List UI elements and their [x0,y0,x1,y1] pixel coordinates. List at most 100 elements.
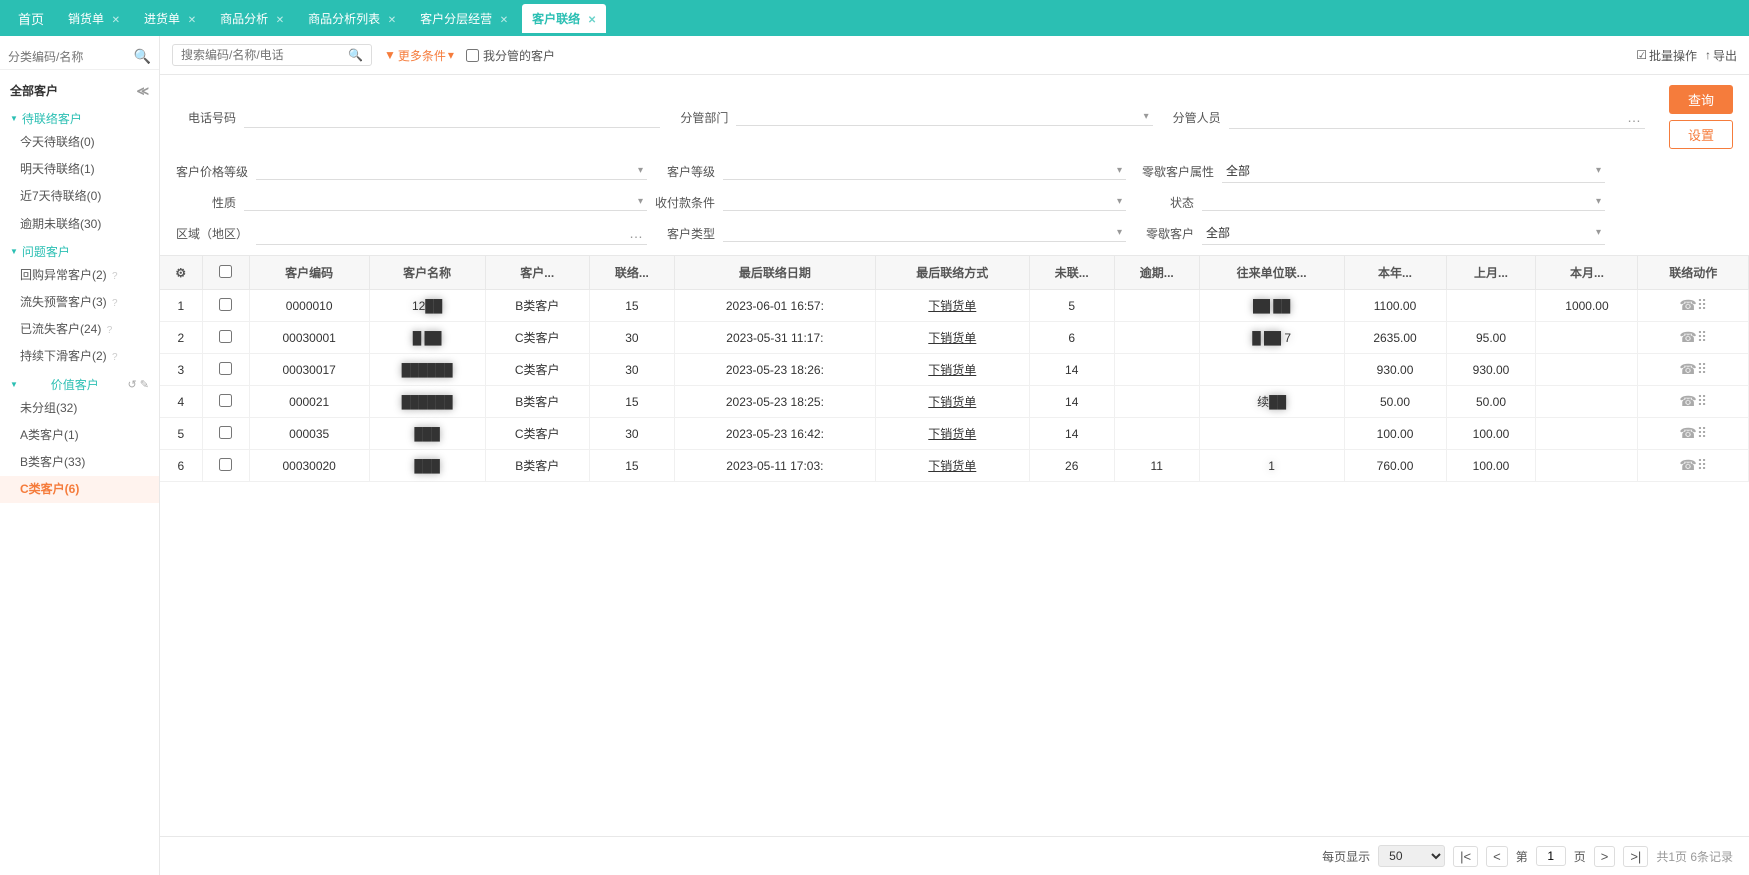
main-layout: 🔍 全部客户 ≪ 待联络客户 今天待联络(0) 明天待联络(1) 近7天待联络(… [0,36,1749,875]
row-last-method[interactable]: 下销货单 [875,386,1029,418]
menu-icon[interactable]: ⠿ [1697,393,1707,409]
phone-icon[interactable]: ☎ [1679,297,1696,313]
close-tab-analysis-list[interactable]: ✕ [388,15,396,26]
filter-dots-region[interactable]: … [629,225,643,241]
main-search-icon[interactable]: 🔍 [348,48,363,62]
filter-select-price-level[interactable]: ▾ [256,162,647,180]
query-button[interactable]: 查询 [1669,85,1733,114]
sidebar-item-abnormal[interactable]: 回购异常客户(2) ? [0,262,159,289]
sidebar-item-declining[interactable]: 持续下滑客户(2) ? [0,343,159,370]
filter-select-payment[interactable]: ▾ [723,193,1126,211]
page-first-btn[interactable]: |< [1453,846,1478,867]
page-next-btn[interactable]: > [1594,846,1616,867]
page-number-input[interactable] [1536,846,1566,866]
settings-button[interactable]: 设置 [1669,120,1733,149]
filter-select-status[interactable]: ▾ [1202,193,1605,211]
nav-tab-purchase[interactable]: 进货单 ✕ [134,4,206,33]
row-last-date: 2023-06-01 16:57: [674,290,875,322]
sidebar-item-warning[interactable]: 流失预警客户(3) ? [0,289,159,316]
row-last-method[interactable]: 下销货单 [875,450,1029,482]
filter-dots-manager[interactable]: … [1627,109,1641,125]
nav-tab-analysis[interactable]: 商品分析 ✕ [210,4,294,33]
nav-tab-analysis-list[interactable]: 商品分析列表 ✕ [298,4,406,33]
sidebar-section-problem[interactable]: 问题客户 [0,238,159,262]
sidebar-item-ungrouped[interactable]: 未分组(32) [0,395,159,422]
menu-icon[interactable]: ⠿ [1697,329,1707,345]
row-checkbox[interactable] [202,290,249,322]
filter-select-customer-level[interactable]: ▾ [723,162,1126,180]
row-type: C类客户 [485,322,589,354]
row-actions[interactable]: ☎⠿ [1638,418,1749,450]
close-tab-purchase[interactable]: ✕ [188,15,196,26]
filter-select-customer-type[interactable]: ▾ [723,224,1126,242]
menu-icon[interactable]: ⠿ [1697,297,1707,313]
sidebar-section-value[interactable]: 价值客户 ↺ ✎ [0,371,159,395]
my-customers-checkbox[interactable] [466,49,479,62]
sidebar-item-c-class[interactable]: C类客户(6) [0,476,159,503]
row-last-method[interactable]: 下销货单 [875,290,1029,322]
sidebar-item-today[interactable]: 今天待联络(0) [0,129,159,156]
filter-label-price-level: 客户价格等级 [176,163,248,180]
row-checkbox[interactable] [202,418,249,450]
sidebar-item-a-class[interactable]: A类客户(1) [0,422,159,449]
filter-select-retail-attr[interactable]: 全部 ▾ [1222,159,1605,183]
main-search-input[interactable] [181,48,348,62]
col-header-contact: 联络... [589,256,674,290]
nav-tab-sales[interactable]: 销货单 ✕ [58,4,130,33]
close-tab-customer-tier[interactable]: ✕ [500,15,508,26]
filter-payment: 收付款条件 ▾ [655,193,1126,211]
phone-icon[interactable]: ☎ [1679,425,1696,441]
sidebar-item-b-class[interactable]: B类客户(33) [0,449,159,476]
filter-customer-type: 客户类型 ▾ [655,224,1126,242]
row-actions[interactable]: ☎⠿ [1638,354,1749,386]
phone-icon[interactable]: ☎ [1679,361,1696,377]
col-header-code: 客户编码 [249,256,369,290]
batch-op-btn[interactable]: ☑ 批量操作 [1636,47,1697,64]
export-icon: ↑ [1705,48,1711,62]
row-checkbox[interactable] [202,450,249,482]
sidebar-item-7days[interactable]: 近7天待联络(0) [0,183,159,210]
phone-icon[interactable]: ☎ [1679,329,1696,345]
select-all-checkbox[interactable] [219,265,232,278]
filter-input-phone[interactable] [244,107,660,128]
phone-icon[interactable]: ☎ [1679,457,1696,473]
menu-icon[interactable]: ⠿ [1697,361,1707,377]
row-last-method[interactable]: 下销货单 [875,418,1029,450]
sidebar-search-input[interactable] [8,50,134,64]
filter-select-retail-customer[interactable]: 全部 ▾ [1202,221,1605,245]
nav-tab-customer-tier[interactable]: 客户分层经营 ✕ [410,4,518,33]
row-actions[interactable]: ☎⠿ [1638,450,1749,482]
export-btn[interactable]: ↑ 导出 [1705,47,1737,64]
row-actions[interactable]: ☎⠿ [1638,290,1749,322]
filter-select-nature[interactable]: ▾ [244,193,647,211]
nav-home[interactable]: 首页 [8,3,54,34]
phone-icon[interactable]: ☎ [1679,393,1696,409]
row-last-method[interactable]: 下销货单 [875,322,1029,354]
close-tab-customer-contact[interactable]: ✕ [588,15,596,26]
row-actions[interactable]: ☎⠿ [1638,386,1749,418]
menu-icon[interactable]: ⠿ [1697,457,1707,473]
sidebar-item-overdue[interactable]: 逾期未联络(30) [0,211,159,238]
row-actions[interactable]: ☎⠿ [1638,322,1749,354]
menu-icon[interactable]: ⠿ [1697,425,1707,441]
row-checkbox[interactable] [202,386,249,418]
row-name: ██████ [369,386,485,418]
close-tab-sales[interactable]: ✕ [112,15,120,26]
sidebar-search-icon[interactable]: 🔍 [134,48,151,65]
close-tab-analysis[interactable]: ✕ [276,15,284,26]
nav-tab-customer-contact[interactable]: 客户联络 ✕ [522,4,606,33]
sidebar-section-pending[interactable]: 待联络客户 [0,105,159,129]
row-last-method[interactable]: 下销货单 [875,354,1029,386]
filter-nature: 性质 ▾ [176,193,647,211]
page-last-btn[interactable]: >| [1623,846,1648,867]
row-checkbox[interactable] [202,322,249,354]
row-checkbox[interactable] [202,354,249,386]
more-conditions-btn[interactable]: ▼ 更多条件 ▾ [384,47,454,64]
page-prev-btn[interactable]: < [1486,846,1508,867]
gear-column-header[interactable]: ⚙ [160,256,202,290]
sidebar-item-lost[interactable]: 已流失客户(24) ? [0,316,159,343]
sidebar-item-tomorrow[interactable]: 明天待联络(1) [0,156,159,183]
page-size-select[interactable]: 50 100 200 [1378,845,1445,867]
sidebar-all-customers[interactable]: 全部客户 ≪ [0,76,159,105]
filter-select-dept[interactable]: ▾ [736,108,1152,126]
